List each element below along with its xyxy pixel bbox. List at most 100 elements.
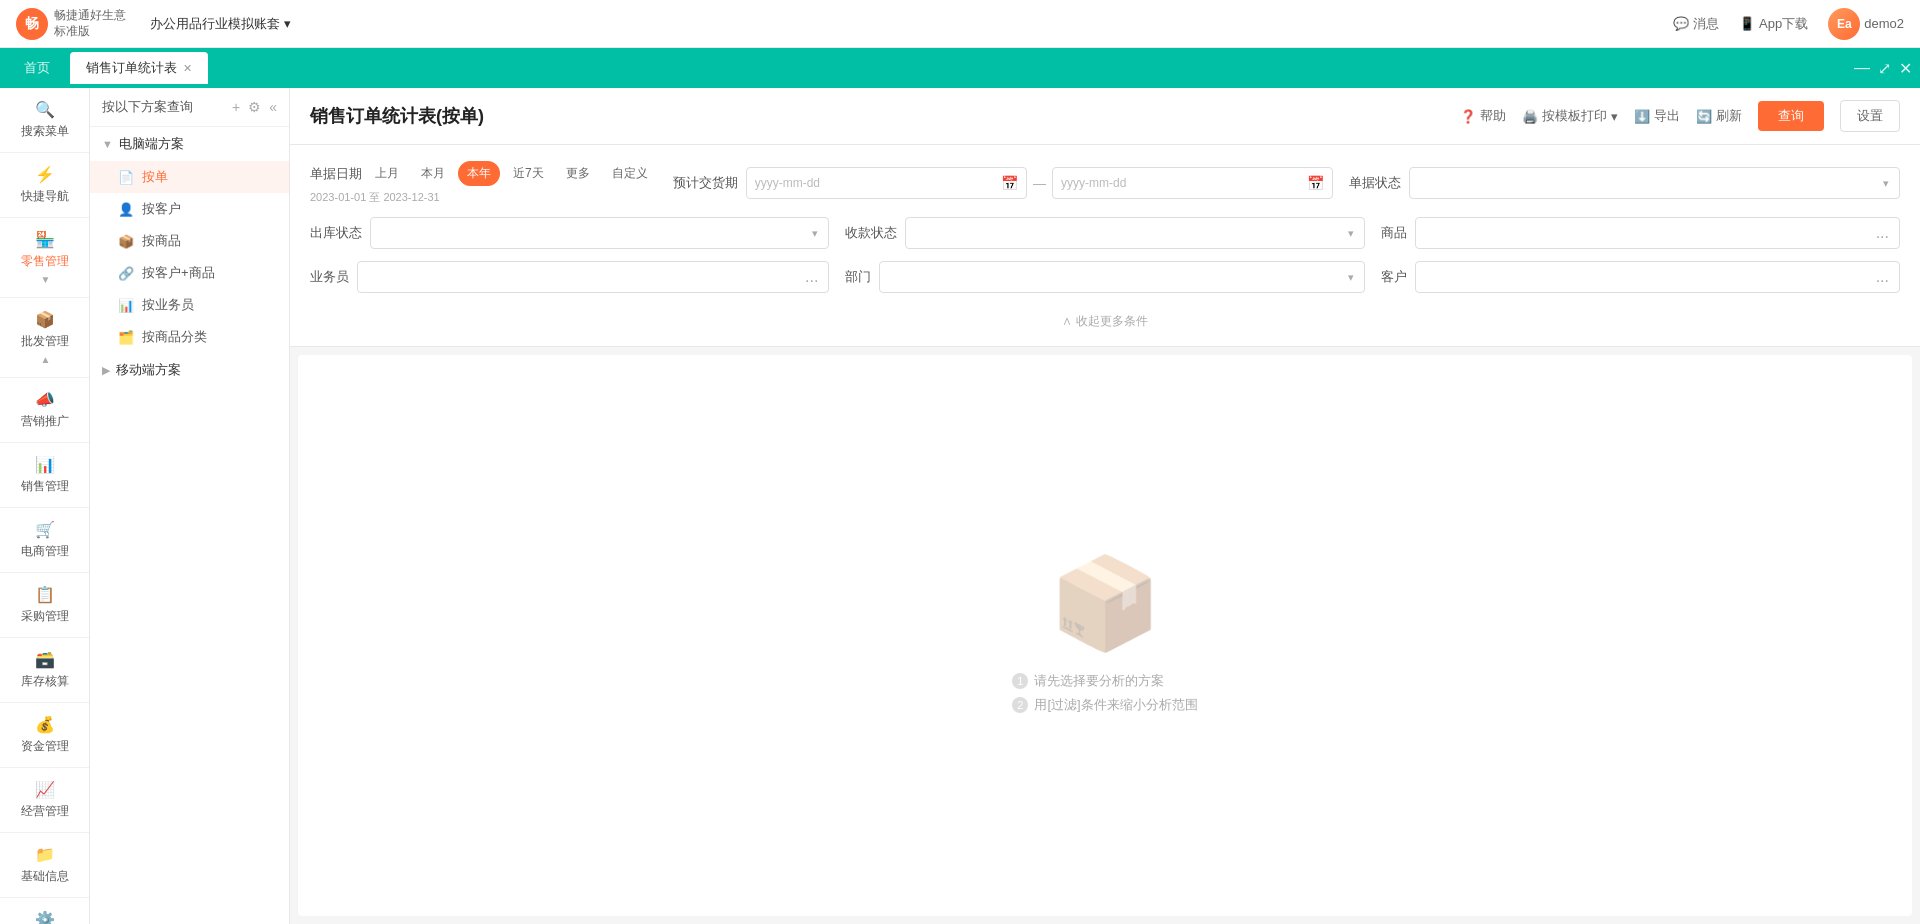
sidebar-item-ops[interactable]: 📈 经营管理: [0, 768, 89, 833]
prev-month-btn[interactable]: 上月: [366, 161, 408, 186]
sidebar-item-search-menu[interactable]: 🔍 搜索菜单: [0, 88, 89, 153]
window-maximize-icon[interactable]: ⤢: [1878, 59, 1891, 78]
salesperson-more-icon[interactable]: ...: [805, 268, 818, 286]
chevron-down-icon: ▾: [284, 16, 291, 31]
scheme-settings-icon[interactable]: ⚙: [248, 99, 261, 115]
scheme-item-by-order[interactable]: 📄 按单: [90, 161, 289, 193]
help-btn[interactable]: ❓ 帮助: [1460, 107, 1506, 125]
query-button[interactable]: 查询: [1758, 101, 1824, 131]
page-header: 销售订单统计表(按单) ❓ 帮助 🖨️ 按模板打印 ▾ ⬇️: [290, 88, 1920, 145]
expected-date-end[interactable]: yyyy-mm-dd 📅: [1052, 167, 1333, 199]
tabbar-right: — ⤢ ✕: [1854, 59, 1912, 78]
group-arrow-icon: ▼: [102, 138, 113, 150]
salesperson-label: 业务员: [310, 268, 349, 286]
product-select[interactable]: ...: [1415, 217, 1900, 249]
expected-date-range: yyyy-mm-dd 📅 — yyyy-mm-dd 📅: [746, 167, 1334, 199]
delivery-status-select[interactable]: ▾: [370, 217, 829, 249]
customer-select[interactable]: ...: [1415, 261, 1900, 293]
filter-area: 单据日期 上月 本月 本年 近7天 更多 自定义 2023-01-0: [290, 145, 1920, 347]
filter-row-1: 单据日期 上月 本月 本年 近7天 更多 自定义 2023-01-0: [310, 161, 1900, 205]
main-content: 按以下方案查询 + ⚙ « ▼ 电脑端方案 📄 按单 👤: [90, 88, 1920, 924]
store-icon: 🏪: [35, 230, 55, 249]
trending-icon: 📈: [35, 780, 55, 799]
this-month-btn[interactable]: 本月: [412, 161, 454, 186]
sidebar-item-quick-nav[interactable]: ⚡ 快捷导航: [0, 153, 89, 218]
sidebar-item-retail[interactable]: 🏪 零售管理 ▼: [0, 218, 89, 298]
sidebar-item-basic[interactable]: 📁 基础信息: [0, 833, 89, 898]
cabinet-icon: 🗃️: [35, 650, 55, 669]
template-print-btn[interactable]: 🖨️ 按模板打印 ▾: [1522, 107, 1618, 125]
refresh-btn[interactable]: 🔄 刷新: [1696, 107, 1742, 125]
user-menu[interactable]: Ea demo2: [1828, 8, 1904, 40]
sidebar: 🔍 搜索菜单 ⚡ 快捷导航 🏪 零售管理 ▼ 📦 批发管理 ▲ 📣 营销推广 📊…: [0, 88, 90, 924]
export-btn[interactable]: ⬇️ 导出: [1634, 107, 1680, 125]
layout: 🔍 搜索菜单 ⚡ 快捷导航 🏪 零售管理 ▼ 📦 批发管理 ▲ 📣 营销推广 📊…: [0, 88, 1920, 924]
salesperson-select[interactable]: ...: [357, 261, 829, 293]
window-minimize-icon[interactable]: —: [1854, 59, 1870, 77]
7days-btn[interactable]: 近7天: [504, 161, 553, 186]
collapse-filter-btn[interactable]: ∧ 收起更多条件: [310, 305, 1900, 330]
tab-home[interactable]: 首页: [8, 52, 66, 84]
scheme-group-mobile: ▶ 移动端方案: [90, 353, 289, 387]
page-header-actions: ❓ 帮助 🖨️ 按模板打印 ▾ ⬇️ 导出 �: [1460, 100, 1900, 132]
print-arrow-icon: ▾: [1611, 109, 1618, 124]
department-select[interactable]: ▾: [879, 261, 1364, 293]
sidebar-item-inventory[interactable]: 🗃️ 库存核算: [0, 638, 89, 703]
left-panel-header: 按以下方案查询 + ⚙ «: [90, 88, 289, 127]
filter-item-product: 商品 ...: [1381, 217, 1900, 249]
custom-date-btn[interactable]: 自定义: [603, 161, 657, 186]
payment-status-arrow-icon: ▾: [1348, 227, 1354, 240]
category-icon: 🗂️: [118, 330, 134, 345]
scheme-item-by-customer[interactable]: 👤 按客户: [90, 193, 289, 225]
sidebar-item-finance[interactable]: 💰 资金管理: [0, 703, 89, 768]
order-status-arrow-icon: ▾: [1883, 177, 1889, 190]
expected-date-start[interactable]: yyyy-mm-dd 📅: [746, 167, 1027, 199]
sidebar-item-wholesale[interactable]: 📦 批发管理 ▲: [0, 298, 89, 378]
add-scheme-btn[interactable]: +: [232, 99, 240, 115]
filter-row-2: 出库状态 ▾ 收款状态 ▾ 商品: [310, 217, 1900, 249]
scheme-group-pc-header[interactable]: ▼ 电脑端方案: [90, 127, 289, 161]
order-status-select[interactable]: ▾: [1409, 167, 1900, 199]
empty-state: 📦 1 请先选择要分析的方案 2 用[过滤]条件来缩小分析范围: [298, 355, 1912, 916]
app-selector[interactable]: 办公用品行业模拟账套 ▾: [150, 15, 291, 33]
download-icon: 📱: [1739, 16, 1755, 31]
tip-item-1: 1 请先选择要分析的方案: [1012, 672, 1197, 690]
sidebar-item-marketing[interactable]: 📣 营销推广: [0, 378, 89, 443]
sidebar-item-sales[interactable]: 📊 销售管理: [0, 443, 89, 508]
app-download-btn[interactable]: 📱 App下载: [1739, 15, 1808, 33]
chevron-icon: ▼: [41, 274, 51, 285]
topbar: 畅 畅捷通好生意 标准版 办公用品行业模拟账套 ▾ 💬 消息 📱 App下载 E…: [0, 0, 1920, 48]
collapse-panel-icon[interactable]: «: [269, 99, 277, 115]
right-panel: 销售订单统计表(按单) ❓ 帮助 🖨️ 按模板打印 ▾ ⬇️: [290, 88, 1920, 924]
filter-item-expected-date: 预计交货期 yyyy-mm-dd 📅 — yyyy-mm-dd 📅: [673, 167, 1334, 199]
filter-item-department: 部门 ▾: [845, 261, 1364, 293]
this-year-btn[interactable]: 本年: [458, 161, 500, 186]
customer-more-icon[interactable]: ...: [1876, 268, 1889, 286]
more-date-btn[interactable]: 更多: [557, 161, 599, 186]
filter-item-order-status: 单据状态 ▾: [1349, 167, 1900, 199]
sidebar-item-sys[interactable]: ⚙️ 系统管理: [0, 898, 89, 924]
lightning-icon: ⚡: [35, 165, 55, 184]
page-title: 销售订单统计表(按单): [310, 104, 484, 128]
window-close-icon[interactable]: ✕: [1899, 59, 1912, 78]
tab-sales-stat[interactable]: 销售订单统计表 ✕: [70, 52, 208, 84]
product-more-icon[interactable]: ...: [1876, 224, 1889, 242]
tab-close-icon[interactable]: ✕: [183, 62, 192, 75]
chart-icon: 📊: [35, 455, 55, 474]
sidebar-item-purchase[interactable]: 📋 采购管理: [0, 573, 89, 638]
scheme-group-pc: ▼ 电脑端方案 📄 按单 👤 按客户 📦 按商品 🔗 按客户+商品: [90, 127, 289, 353]
box-icon: 📦: [35, 310, 55, 329]
scheme-item-by-product[interactable]: 📦 按商品: [90, 225, 289, 257]
delivery-status-arrow-icon: ▾: [812, 227, 818, 240]
filter-date-top: 单据日期 上月 本月 本年 近7天 更多 自定义: [310, 161, 657, 186]
message-btn[interactable]: 💬 消息: [1673, 15, 1719, 33]
scheme-group-mobile-header[interactable]: ▶ 移动端方案: [90, 353, 289, 387]
scheme-item-by-salesperson[interactable]: 📊 按业务员: [90, 289, 289, 321]
payment-status-select[interactable]: ▾: [905, 217, 1364, 249]
tip-num-2: 2: [1012, 697, 1028, 713]
sidebar-item-ecom[interactable]: 🛒 电商管理: [0, 508, 89, 573]
settings-button[interactable]: 设置: [1840, 100, 1900, 132]
scheme-item-by-customer-product[interactable]: 🔗 按客户+商品: [90, 257, 289, 289]
filter-item-payment-status: 收款状态 ▾: [845, 217, 1364, 249]
scheme-item-by-category[interactable]: 🗂️ 按商品分类: [90, 321, 289, 353]
